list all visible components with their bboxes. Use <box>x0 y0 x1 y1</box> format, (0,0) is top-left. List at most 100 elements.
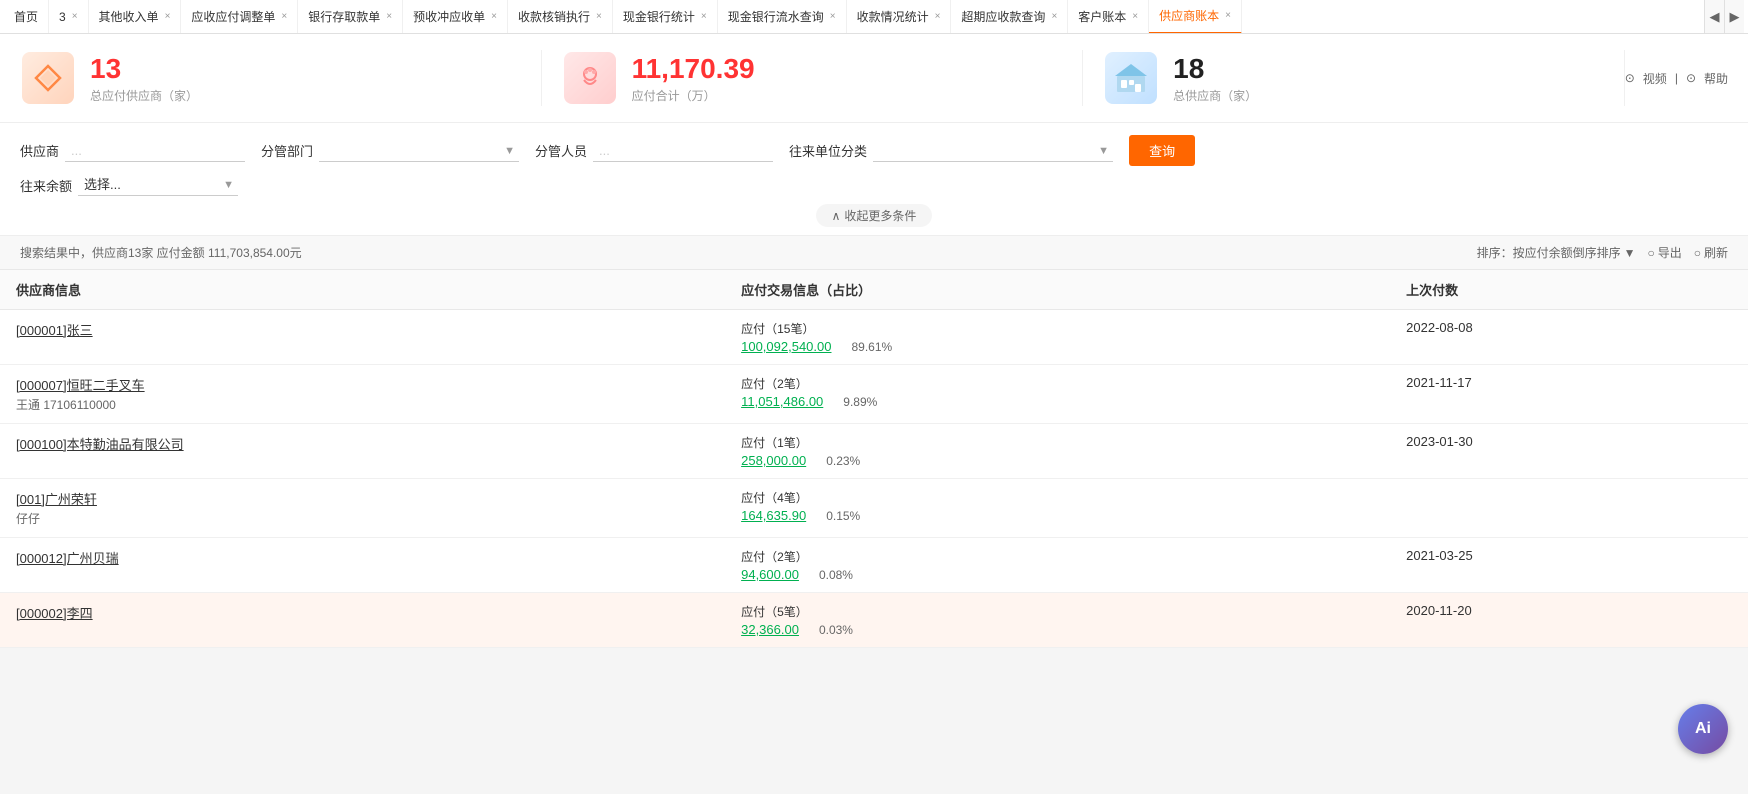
nav-tab-other-income[interactable]: 其他收入单 × <box>89 0 182 34</box>
filter-row-2: 往来余额 选择... ▼ <box>20 174 1728 196</box>
dept-select[interactable] <box>319 140 519 162</box>
supplier-link[interactable]: [000007]恒旺二手叉车 <box>16 378 145 393</box>
total-suppliers-label: 总供应商（家） <box>1173 87 1257 104</box>
export-button[interactable]: ○ 导出 <box>1647 244 1681 261</box>
filter-balance: 往来余额 选择... ▼ <box>20 174 238 196</box>
nav-tab-bank[interactable]: 银行存取款单 × <box>298 0 403 34</box>
close-icon[interactable]: × <box>1051 11 1057 22</box>
balance-select[interactable]: 选择... <box>78 174 238 196</box>
supplier-link[interactable]: [000002]李四 <box>16 606 93 621</box>
nav-tab-customer-ledger[interactable]: 客户账本 × <box>1068 0 1149 34</box>
video-link[interactable]: 视频 <box>1643 70 1667 87</box>
nav-tab-home[interactable]: 首页 <box>4 0 49 34</box>
video-icon: ⊙ <box>1625 71 1635 85</box>
percent-value: 9.89% <box>843 395 877 409</box>
supplier-link[interactable]: [000012]广州贝瑞 <box>16 551 119 566</box>
cell-transaction-info: 应付（2笔） 94,600.00 0.08% <box>725 538 1390 593</box>
close-icon[interactable]: × <box>701 11 707 22</box>
nav-tab-adjust[interactable]: 应收应付调整单 × <box>181 0 298 34</box>
cell-last-pay-date: 2021-03-25 <box>1390 538 1748 593</box>
supplier-table: 供应商信息 应付交易信息（占比） 上次付数 [000001]张三 应付（15笔）… <box>0 270 1748 648</box>
supplier-link[interactable]: [000100]本特勤油品有限公司 <box>16 437 184 452</box>
close-icon[interactable]: × <box>935 11 941 22</box>
person-input[interactable] <box>593 140 773 162</box>
pay-label: 应付（5笔） <box>741 603 1374 620</box>
top-navigation: 首页 3 × 其他收入单 × 应收应付调整单 × 银行存取款单 × 预收冲应收单… <box>0 0 1748 34</box>
query-button[interactable]: 查询 <box>1129 135 1195 166</box>
nav-left-arrow[interactable]: ◀ <box>1704 0 1724 34</box>
summary-right-links: ⊙ 视频 | ⊙ 帮助 <box>1625 50 1728 106</box>
filter-supplier: 供应商 <box>20 140 245 162</box>
ai-button[interactable]: Ai <box>1678 704 1728 754</box>
close-icon[interactable]: × <box>1132 11 1138 22</box>
supplier-link[interactable]: [000001]张三 <box>16 323 93 338</box>
balance-label: 往来余额 <box>20 176 72 195</box>
cell-supplier-info: [001]广州荣轩仔仔 <box>0 479 725 538</box>
nav-tab-collect-stat[interactable]: 收款情况统计 × <box>847 0 952 34</box>
percent-value: 0.08% <box>819 568 853 582</box>
pay-label: 应付（4笔） <box>741 489 1374 506</box>
pay-label: 应付（2笔） <box>741 375 1374 392</box>
amount-link[interactable]: 258,000.00 <box>741 453 806 468</box>
close-icon[interactable]: × <box>491 11 497 22</box>
supplier-input[interactable] <box>65 140 245 162</box>
dept-select-wrap: ▼ <box>319 140 519 162</box>
nav-tab-supplier-ledger[interactable]: 供应商账本 × <box>1149 0 1242 34</box>
category-select[interactable] <box>873 140 1113 162</box>
refresh-icon: ○ <box>1694 246 1701 260</box>
cell-last-pay-date: 2020-11-20 <box>1390 593 1748 648</box>
table-row: [000012]广州贝瑞 应付（2笔） 94,600.00 0.08% 2021… <box>0 538 1748 593</box>
nav-tab-cash-stat[interactable]: 现金银行统计 × <box>613 0 718 34</box>
amount-link[interactable]: 100,092,540.00 <box>741 339 831 354</box>
cell-transaction-info: 应付（1笔） 258,000.00 0.23% <box>725 424 1390 479</box>
nav-right-arrow[interactable]: ▶ <box>1724 0 1744 34</box>
cell-transaction-info: 应付（5笔） 32,366.00 0.03% <box>725 593 1390 648</box>
table-row: [000007]恒旺二手叉车王通 17106110000 应付（2笔） 11,0… <box>0 365 1748 424</box>
filter-category: 往来单位分类 ▼ <box>789 140 1113 162</box>
result-summary-text: 搜索结果中，供应商13家 应付金额 111,703,854.00元 <box>20 244 302 261</box>
cell-supplier-info: [000007]恒旺二手叉车王通 17106110000 <box>0 365 725 424</box>
cell-last-pay-date: 2022-08-08 <box>1390 310 1748 365</box>
payable-suppliers-number: 13 <box>90 53 198 85</box>
amount-link[interactable]: 94,600.00 <box>741 567 799 582</box>
cell-transaction-info: 应付（4笔） 164,635.90 0.15% <box>725 479 1390 538</box>
help-icon: ⊙ <box>1686 71 1696 85</box>
refresh-button[interactable]: ○ 刷新 <box>1694 244 1728 261</box>
amount-link[interactable]: 32,366.00 <box>741 622 799 637</box>
help-link[interactable]: 帮助 <box>1704 70 1728 87</box>
nav-tab-cash-flow[interactable]: 现金银行流水查询 × <box>718 0 847 34</box>
nav-tab-3[interactable]: 3 × <box>49 0 89 34</box>
amount-link[interactable]: 11,051,486.00 <box>741 394 823 409</box>
pay-label: 应付（1笔） <box>741 434 1374 451</box>
table-row: [000100]本特勤油品有限公司 应付（1笔） 258,000.00 0.23… <box>0 424 1748 479</box>
summary-total-suppliers-text: 18 总供应商（家） <box>1173 53 1257 104</box>
close-icon[interactable]: × <box>386 11 392 22</box>
nav-tab-prepay[interactable]: 预收冲应收单 × <box>403 0 508 34</box>
separator: | <box>1675 71 1678 85</box>
close-icon[interactable]: × <box>72 11 78 22</box>
close-icon[interactable]: × <box>165 11 171 22</box>
nav-tab-receipt[interactable]: 收款核销执行 × <box>508 0 613 34</box>
export-icon: ○ <box>1647 246 1654 260</box>
pay-label: 应付（15笔） <box>741 320 1374 337</box>
close-icon[interactable]: × <box>596 11 602 22</box>
filter-dept: 分管部门 ▼ <box>261 140 519 162</box>
sort-label[interactable]: 排序：按应付余额倒序排序 ▼ <box>1477 244 1636 261</box>
cell-last-pay-date <box>1390 479 1748 538</box>
collapse-label: 收起更多条件 <box>844 207 916 224</box>
amount-link[interactable]: 164,635.90 <box>741 508 806 523</box>
category-label: 往来单位分类 <box>789 141 867 160</box>
cell-transaction-info: 应付（2笔） 11,051,486.00 9.89% <box>725 365 1390 424</box>
close-icon[interactable]: × <box>281 11 287 22</box>
cell-transaction-info: 应付（15笔） 100,092,540.00 89.61% <box>725 310 1390 365</box>
collapse-button[interactable]: ∧ 收起更多条件 <box>816 204 933 227</box>
cell-supplier-info: [000002]李四 <box>0 593 725 648</box>
nav-tab-overdue[interactable]: 超期应收款查询 × <box>951 0 1068 34</box>
total-payable-label: 应付合计（万） <box>632 87 755 104</box>
collapse-section: ∧ 收起更多条件 <box>20 204 1728 227</box>
close-icon[interactable]: × <box>830 11 836 22</box>
supplier-link[interactable]: [001]广州荣轩 <box>16 492 97 507</box>
close-icon[interactable]: × <box>1225 10 1231 21</box>
sort-icon: ▼ <box>1624 246 1636 260</box>
result-actions: 排序：按应付余额倒序排序 ▼ ○ 导出 ○ 刷新 <box>1477 244 1728 261</box>
